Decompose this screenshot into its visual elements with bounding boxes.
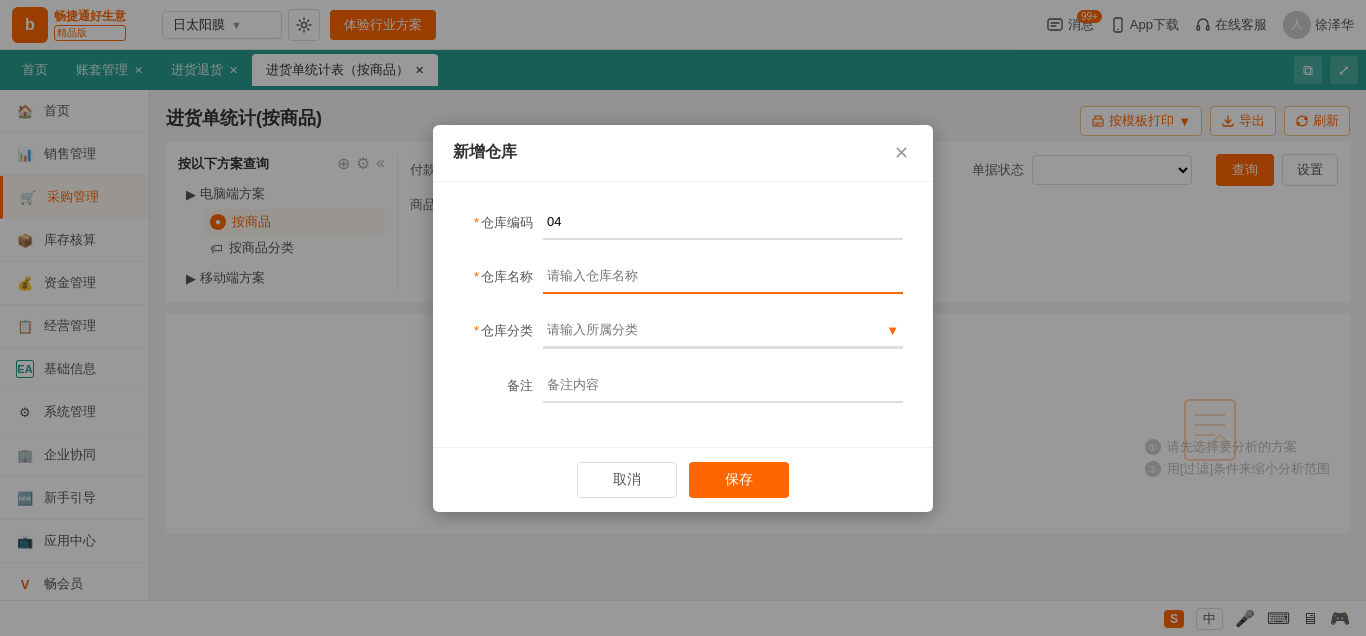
remark-field: 备注 [463,369,903,403]
save-button[interactable]: 保存 [689,462,789,498]
add-warehouse-modal: 新增仓库 ✕ 仓库编码 仓库名称 仓库分类 ▼ [433,125,933,512]
modal-footer: 取消 保存 [433,447,933,512]
warehouse-cat-input[interactable] [543,314,903,348]
warehouse-name-input[interactable] [543,260,903,294]
modal-title: 新增仓库 [453,142,517,163]
warehouse-code-label: 仓库编码 [463,214,543,232]
warehouse-name-label: 仓库名称 [463,268,543,286]
remark-input[interactable] [543,369,903,403]
warehouse-cat-wrapper: ▼ [543,314,903,349]
modal-close-btn[interactable]: ✕ [889,141,913,165]
cancel-button[interactable]: 取消 [577,462,677,498]
warehouse-code-field: 仓库编码 [463,206,903,240]
warehouse-cat-label: 仓库分类 [463,322,543,340]
warehouse-cat-field: 仓库分类 ▼ [463,314,903,349]
modal-header: 新增仓库 ✕ [433,125,933,182]
modal-overlay: 新增仓库 ✕ 仓库编码 仓库名称 仓库分类 ▼ [0,0,1366,636]
warehouse-code-input[interactable] [543,206,903,240]
modal-body: 仓库编码 仓库名称 仓库分类 ▼ 备注 [433,182,933,447]
remark-label: 备注 [463,377,543,395]
warehouse-name-field: 仓库名称 [463,260,903,294]
